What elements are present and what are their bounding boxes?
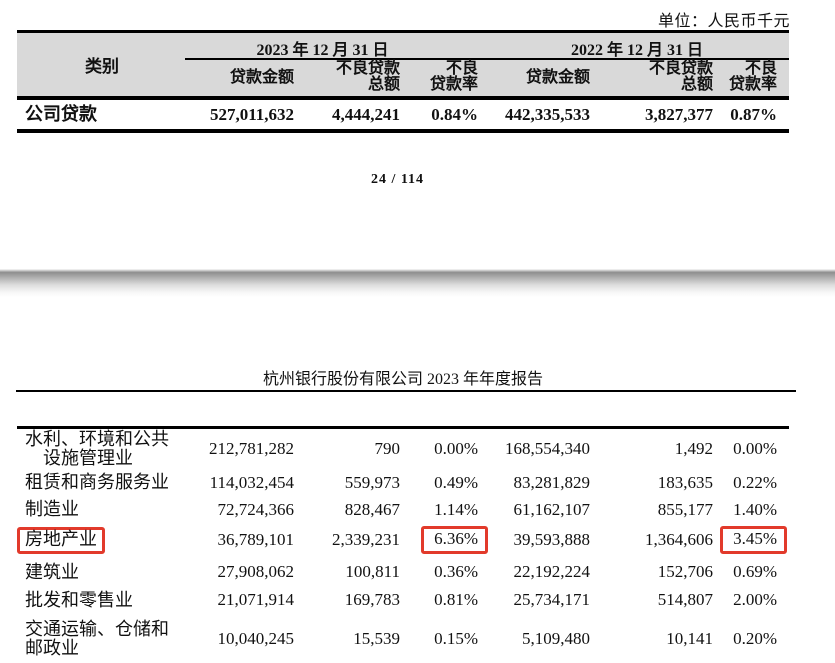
- table-cell-value: 21,071,914: [187, 586, 294, 614]
- table-cell-value: 3,827,377: [615, 100, 713, 129]
- table-cell-industry-label: 制造业: [25, 497, 207, 522]
- table-cell-value: 1.40%: [707, 497, 777, 522]
- table-row: 交通运输、仓储和邮政业10,040,24515,5390.15%5,109,48…: [17, 614, 789, 663]
- label-line: 批发和零售业: [25, 591, 133, 610]
- table-cell-value: 0.22%: [707, 468, 777, 497]
- label-line: 公司贷款: [25, 105, 97, 124]
- highlight-box-industry: 房地产业: [17, 527, 105, 554]
- table-cell-value: 0.87%: [707, 100, 777, 129]
- table-cell-value: 855,177: [615, 497, 713, 522]
- table-cell-value: 0.49%: [408, 468, 478, 497]
- table-row-corporate-loans: 公司贷款 527,011,632 4,444,241 0.84% 442,335,533…: [17, 100, 789, 129]
- highlight-box-npl-ratio: 6.36%: [421, 526, 488, 554]
- table-row: 批发和零售业 21,071,914 169,783 0.81% 25,734,171 51…: [17, 586, 789, 614]
- table-cell-value: 1,492: [615, 429, 713, 468]
- table-cell-industry-label: 交通运输、仓储和邮政业: [25, 614, 207, 663]
- table-cell-value: 828,467: [307, 497, 400, 522]
- page-number: 24 / 114: [0, 172, 795, 188]
- table-cell-value: 0.00%: [408, 429, 478, 468]
- label-line: 建筑业: [25, 563, 79, 582]
- label-line: 租赁和商务服务业: [25, 473, 169, 492]
- table-cell-industry-label: 房地产业: [25, 522, 207, 558]
- label-line: 制造业: [25, 500, 79, 519]
- table-row: 水利、环境和公共设施管理业212,781,2827900.00%168,554,…: [17, 429, 789, 468]
- table-cell-value: 0.20%: [707, 614, 777, 663]
- industry-rows: 水利、环境和公共设施管理业212,781,2827900.00%168,554,…: [17, 429, 789, 663]
- table-cell-industry-label: 公司贷款: [25, 100, 207, 129]
- table-cell-value: 114,032,454: [187, 468, 294, 497]
- table-cell-value: 2,339,231: [307, 522, 400, 558]
- table-cell-industry-label: 建筑业: [25, 558, 207, 586]
- table-cell-value: 100,811: [307, 558, 400, 586]
- table-cell-value: 559,973: [307, 468, 400, 497]
- table-row: 租赁和商务服务业 114,032,454 559,973 0.49% 83,281,82…: [17, 468, 789, 497]
- pdf-page-view: 单位：人民币千元 类别 2023 年 12 月 31 日 2022 年 12 月…: [0, 0, 835, 663]
- table-cell-value: 15,539: [307, 614, 400, 663]
- report-title: 杭州银行股份有限公司 2023 年年度报告: [17, 365, 789, 389]
- page-separator: [0, 269, 835, 297]
- table-cell-value: 1.14%: [408, 497, 478, 522]
- column-header-loan-amount-2023: 贷款金额: [187, 70, 294, 86]
- table-cell-value: 169,783: [307, 586, 400, 614]
- table-cell-value: 5,109,480: [492, 614, 590, 663]
- column-header-npl-total-2022: 不良贷款 总额: [615, 61, 713, 93]
- label-line: 设施管理业: [25, 449, 133, 468]
- table-cell-value: 2.00%: [707, 586, 777, 614]
- column-group-2023: 2023 年 12 月 31 日: [177, 36, 468, 60]
- table-cell-value: 152,706: [615, 558, 713, 586]
- table-cell-value: 39,593,888: [492, 522, 590, 558]
- table-cell-value: 10,040,245: [187, 614, 294, 663]
- column-header-npl-total-2023: 不良贷款 总额: [307, 61, 400, 93]
- table-cell-value: 36,789,101: [187, 522, 294, 558]
- table-cell-value: 25,734,171: [492, 586, 590, 614]
- table-cell-value: 22,192,224: [492, 558, 590, 586]
- table-cell-industry-label: 水利、环境和公共设施管理业: [25, 429, 207, 468]
- table-row: 制造业 72,724,366 828,467 1.14% 61,162,107 855,1…: [17, 497, 789, 522]
- table-row: 建筑业 27,908,062 100,811 0.36% 22,192,224 152,7…: [17, 558, 789, 586]
- table-bottom-border: [17, 129, 789, 133]
- table-cell-value: 0.36%: [408, 558, 478, 586]
- table-cell-value: 168,554,340: [492, 429, 590, 468]
- table-cell-value: 10,141: [615, 614, 713, 663]
- table-cell-value: 27,908,062: [187, 558, 294, 586]
- label-line: 邮政业: [25, 639, 79, 658]
- column-header-category: 类别: [17, 33, 187, 96]
- unit-label: 单位：人民币千元: [658, 7, 790, 31]
- table-cell-value: 61,162,107: [492, 497, 590, 522]
- highlight-box-npl-ratio: 3.45%: [720, 526, 787, 554]
- table-cell-value: 0.81%: [408, 586, 478, 614]
- table-cell-value: 442,335,533: [492, 100, 590, 129]
- table-cell-value: 0.84%: [408, 100, 478, 129]
- report-title-rule: [16, 390, 796, 392]
- label-line: 交通运输、仓储和: [25, 620, 169, 639]
- column-group-2022: 2022 年 12 月 31 日: [492, 36, 782, 60]
- table-cell-value: 1,364,606: [615, 522, 713, 558]
- table-cell-value: 183,635: [615, 468, 713, 497]
- table-cell-value: 3.45%: [707, 522, 777, 558]
- table-cell-value: 0.69%: [707, 558, 777, 586]
- table-cell-value: 212,781,282: [187, 429, 294, 468]
- column-header-npl-ratio-2023: 不良 贷款率: [408, 61, 478, 93]
- loan-table-page2: 水利、环境和公共设施管理业212,781,2827900.00%168,554,…: [17, 426, 789, 663]
- table-cell-value: 4,444,241: [307, 100, 400, 129]
- table-cell-value: 0.15%: [408, 614, 478, 663]
- table-cell-value: 790: [307, 429, 400, 468]
- table-row: 房地产业36,789,1012,339,2316.36%39,593,8881,…: [17, 522, 789, 558]
- table-cell-value: 514,807: [615, 586, 713, 614]
- table-cell-industry-label: 批发和零售业: [25, 586, 207, 614]
- table-cell-value: 72,724,366: [187, 497, 294, 522]
- column-header-npl-ratio-2022: 不良 贷款率: [707, 61, 777, 93]
- table-cell-industry-label: 租赁和商务服务业: [25, 468, 207, 497]
- table-cell-value: 6.36%: [408, 522, 478, 558]
- table-cell-value: 527,011,632: [187, 100, 294, 129]
- label-line: 水利、环境和公共: [25, 430, 169, 449]
- column-header-loan-amount-2022: 贷款金额: [492, 70, 590, 86]
- table-cell-value: 83,281,829: [492, 468, 590, 497]
- table-cell-value: 0.00%: [707, 429, 777, 468]
- loan-table-page1: 类别 2023 年 12 月 31 日 2022 年 12 月 31 日 贷款金…: [17, 30, 789, 133]
